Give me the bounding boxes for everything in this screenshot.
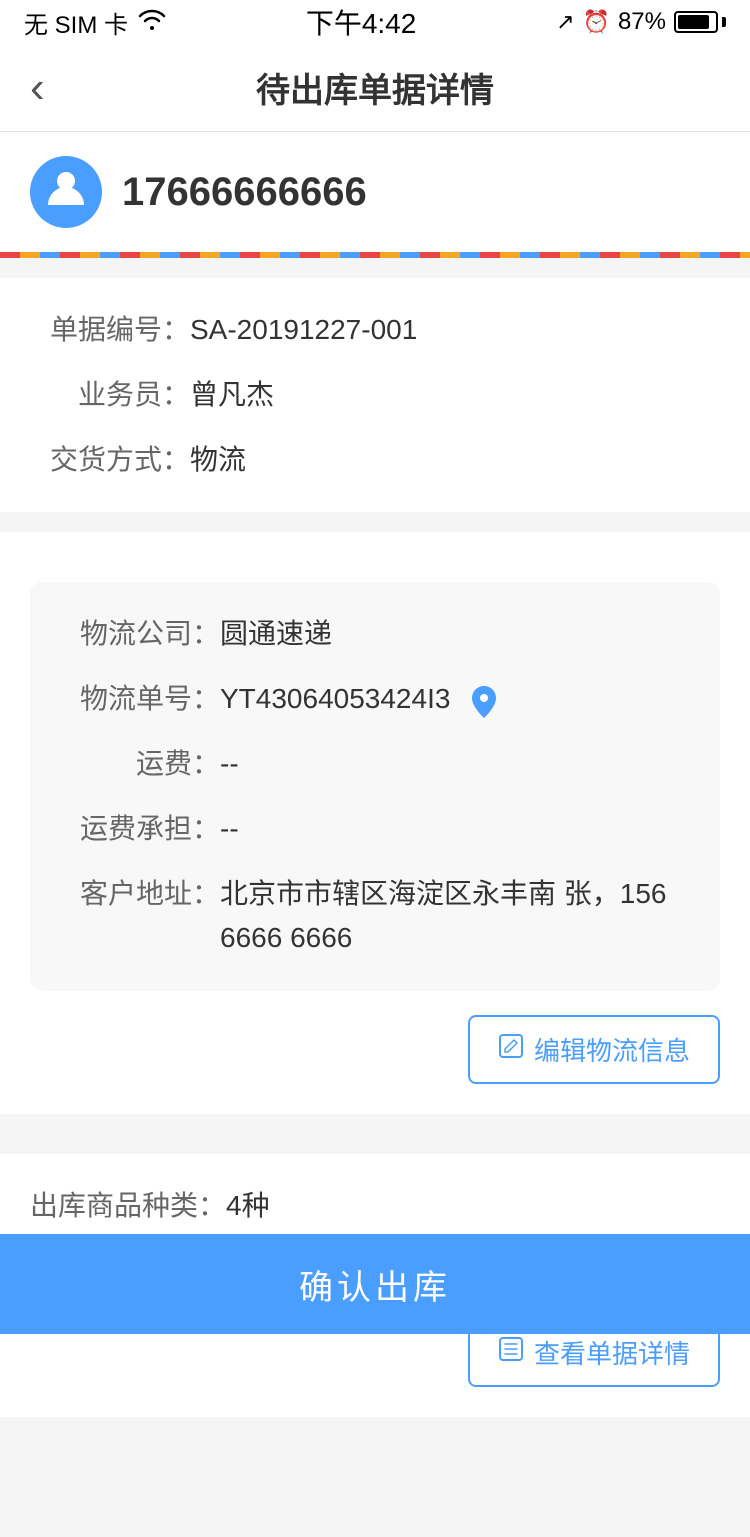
freight-label: 运费： [60,742,220,787]
rainbow-divider [0,252,750,258]
list-icon [498,1336,524,1369]
status-left: 无 SIM 卡 [24,5,166,40]
edit-logistics-container: 编辑物流信息 [30,1015,720,1084]
back-button[interactable]: ‹ [30,63,45,113]
confirm-button[interactable]: 确认出库 [0,1234,750,1334]
product-category-row: 出库商品种类： 4种 [30,1184,720,1229]
sales-person-row: 业务员： 曾凡杰 [30,373,720,418]
page-title: 待出库单据详情 [256,63,494,112]
delivery-method-row: 交货方式： 物流 [30,438,720,483]
tracking-number-label: 物流单号： [60,677,220,722]
order-info-section: 单据编号： SA-20191227-001 业务员： 曾凡杰 交货方式： 物流 [0,278,750,512]
avatar [30,156,102,228]
freight-row: 运费： -- [60,742,690,787]
battery-icon [674,11,726,33]
order-number-row: 单据编号： SA-20191227-001 [30,308,720,353]
logistics-company-label: 物流公司： [60,612,220,657]
carrier-text: 无 SIM 卡 [24,5,128,40]
logistics-company-value: 圆通速递 [220,612,690,657]
edit-logistics-label: 编辑物流信息 [534,1031,690,1068]
address-label: 客户地址： [60,872,220,917]
alarm-icon: ⏰ [583,9,610,35]
section-gap [0,1114,750,1134]
back-chevron-icon: ‹ [30,63,45,113]
map-location-icon[interactable] [466,682,502,718]
logistics-company-row: 物流公司： 圆通速递 [60,612,690,657]
status-time: 下午4:42 [306,2,417,42]
freight-bearer-value: -- [220,807,690,852]
sales-person-label: 业务员： [30,373,190,418]
address-value: 北京市市辖区海淀区永丰南 张，156 6666 6666 [220,872,690,962]
freight-value: -- [220,742,690,787]
address-row: 客户地址： 北京市市辖区海淀区永丰南 张，156 6666 6666 [60,872,690,962]
freight-bearer-row: 运费承担： -- [60,807,690,852]
order-number-label: 单据编号： [30,308,190,353]
nav-bar: ‹ 待出库单据详情 [0,44,750,132]
logistics-card: 物流公司： 圆通速递 物流单号： YT43064053424I3 [30,582,720,991]
tracking-number-value: YT43064053424I3 [220,677,690,722]
delivery-method-value: 物流 [190,438,720,483]
avatar-person-icon [44,165,88,219]
product-category-label: 出库商品种类： [30,1184,226,1229]
product-category-value: 4种 [226,1184,720,1229]
wifi-icon [138,8,166,37]
sales-person-value: 曾凡杰 [190,373,720,418]
status-right: ↗ ⏰ 87% [556,8,726,36]
delivery-method-label: 交货方式： [30,438,190,483]
logistics-section: 物流公司： 圆通速递 物流单号： YT43064053424I3 [0,532,750,1114]
edit-icon [498,1033,524,1066]
tracking-number-row: 物流单号： YT43064053424I3 [60,677,690,722]
battery-percent: 87% [618,8,666,36]
confirm-button-label: 确认出库 [299,1260,451,1309]
status-bar: 无 SIM 卡 下午4:42 ↗ ⏰ 87% [0,0,750,44]
edit-logistics-button[interactable]: 编辑物流信息 [468,1015,720,1084]
customer-phone: 17666666666 [122,170,367,215]
freight-bearer-label: 运费承担： [60,807,220,852]
location-status-icon: ↗ [556,9,574,35]
view-detail-label: 查看单据详情 [534,1334,690,1371]
customer-header: 17666666666 [0,132,750,252]
tracking-number-text: YT43064053424I3 [220,677,450,722]
order-number-value: SA-20191227-001 [190,308,720,353]
